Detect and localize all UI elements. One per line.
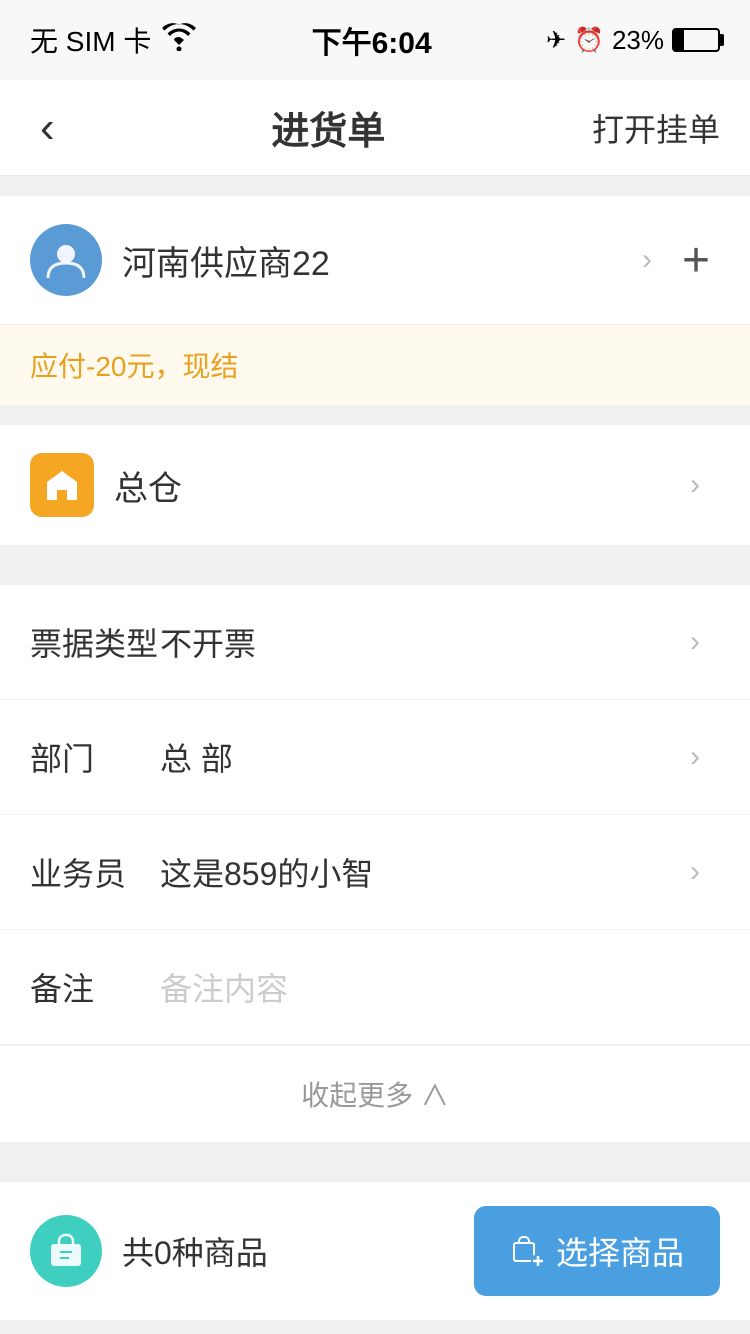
remark-label: 备注 [30, 964, 160, 1010]
back-button[interactable]: ‹ [30, 93, 65, 163]
supplier-chevron-icon: › [642, 243, 652, 277]
notice-bar: 应付-20元，现结 [0, 325, 750, 405]
warehouse-section: 总仓 › [0, 425, 750, 545]
supplier-name: 河南供应商22 [122, 236, 642, 285]
page-title: 进货单 [271, 100, 385, 155]
battery-indicator [672, 28, 720, 52]
add-supplier-button[interactable]: + [672, 233, 720, 288]
department-value: 总 部 [160, 734, 690, 780]
warehouse-icon [30, 453, 94, 517]
status-time: 下午6:04 [312, 18, 432, 62]
section-gap-2 [0, 405, 750, 425]
battery-text: 23% [612, 25, 664, 56]
status-bar: 无 SIM 卡 下午6:04 ✈ ⏰ 23% [0, 0, 750, 80]
notice-text: 应付-20元，现结 [30, 351, 238, 382]
collapse-label: 收起更多 ∧ [301, 1080, 449, 1111]
department-chevron-icon: › [690, 740, 700, 774]
salesperson-row[interactable]: 业务员 这是859的小智 › [0, 815, 750, 930]
status-right: ✈ ⏰ 23% [546, 25, 720, 56]
section-gap-4 [0, 1142, 750, 1162]
product-count-text: 共0种商品 [122, 1228, 474, 1274]
nav-bar: ‹ 进货单 打开挂单 [0, 80, 750, 176]
wifi-icon [161, 23, 197, 58]
warehouse-chevron-icon: › [690, 468, 700, 502]
salesperson-chevron-icon: › [690, 855, 700, 889]
remark-input[interactable]: 备注内容 [160, 964, 720, 1010]
remark-row[interactable]: 备注 备注内容 [0, 930, 750, 1045]
invoice-type-row[interactable]: 票据类型 不开票 › [0, 585, 750, 700]
warehouse-row[interactable]: 总仓 › [0, 425, 750, 545]
location-icon: ✈ [546, 26, 566, 55]
invoice-type-chevron-icon: › [690, 625, 700, 659]
supplier-row[interactable]: 河南供应商22 › + [0, 196, 750, 325]
product-icon [30, 1215, 102, 1287]
select-product-icon [510, 1233, 546, 1269]
section-gap-1 [0, 176, 750, 196]
salesperson-value: 这是859的小智 [160, 849, 690, 895]
salesperson-label: 业务员 [30, 849, 160, 895]
carrier-text: 无 SIM 卡 [30, 20, 151, 60]
department-label: 部门 [30, 734, 160, 780]
open-pending-button[interactable]: 打开挂单 [592, 105, 720, 151]
collapse-button[interactable]: 收起更多 ∧ [0, 1045, 750, 1142]
department-row[interactable]: 部门 总 部 › [0, 700, 750, 815]
invoice-type-value: 不开票 [160, 619, 690, 665]
select-product-button[interactable]: 选择商品 [474, 1206, 720, 1296]
form-section: 票据类型 不开票 › 部门 总 部 › 业务员 这是859的小智 › 备注 备注… [0, 585, 750, 1142]
warehouse-name: 总仓 [114, 461, 690, 510]
alarm-icon: ⏰ [574, 26, 604, 55]
section-gap-3 [0, 545, 750, 565]
invoice-type-label: 票据类型 [30, 619, 160, 665]
status-left: 无 SIM 卡 [30, 20, 197, 60]
bottom-bar: 共0种商品 选择商品 [0, 1182, 750, 1320]
select-product-label: 选择商品 [556, 1228, 684, 1274]
supplier-section: 河南供应商22 › + 应付-20元，现结 [0, 196, 750, 405]
supplier-avatar [30, 224, 102, 296]
